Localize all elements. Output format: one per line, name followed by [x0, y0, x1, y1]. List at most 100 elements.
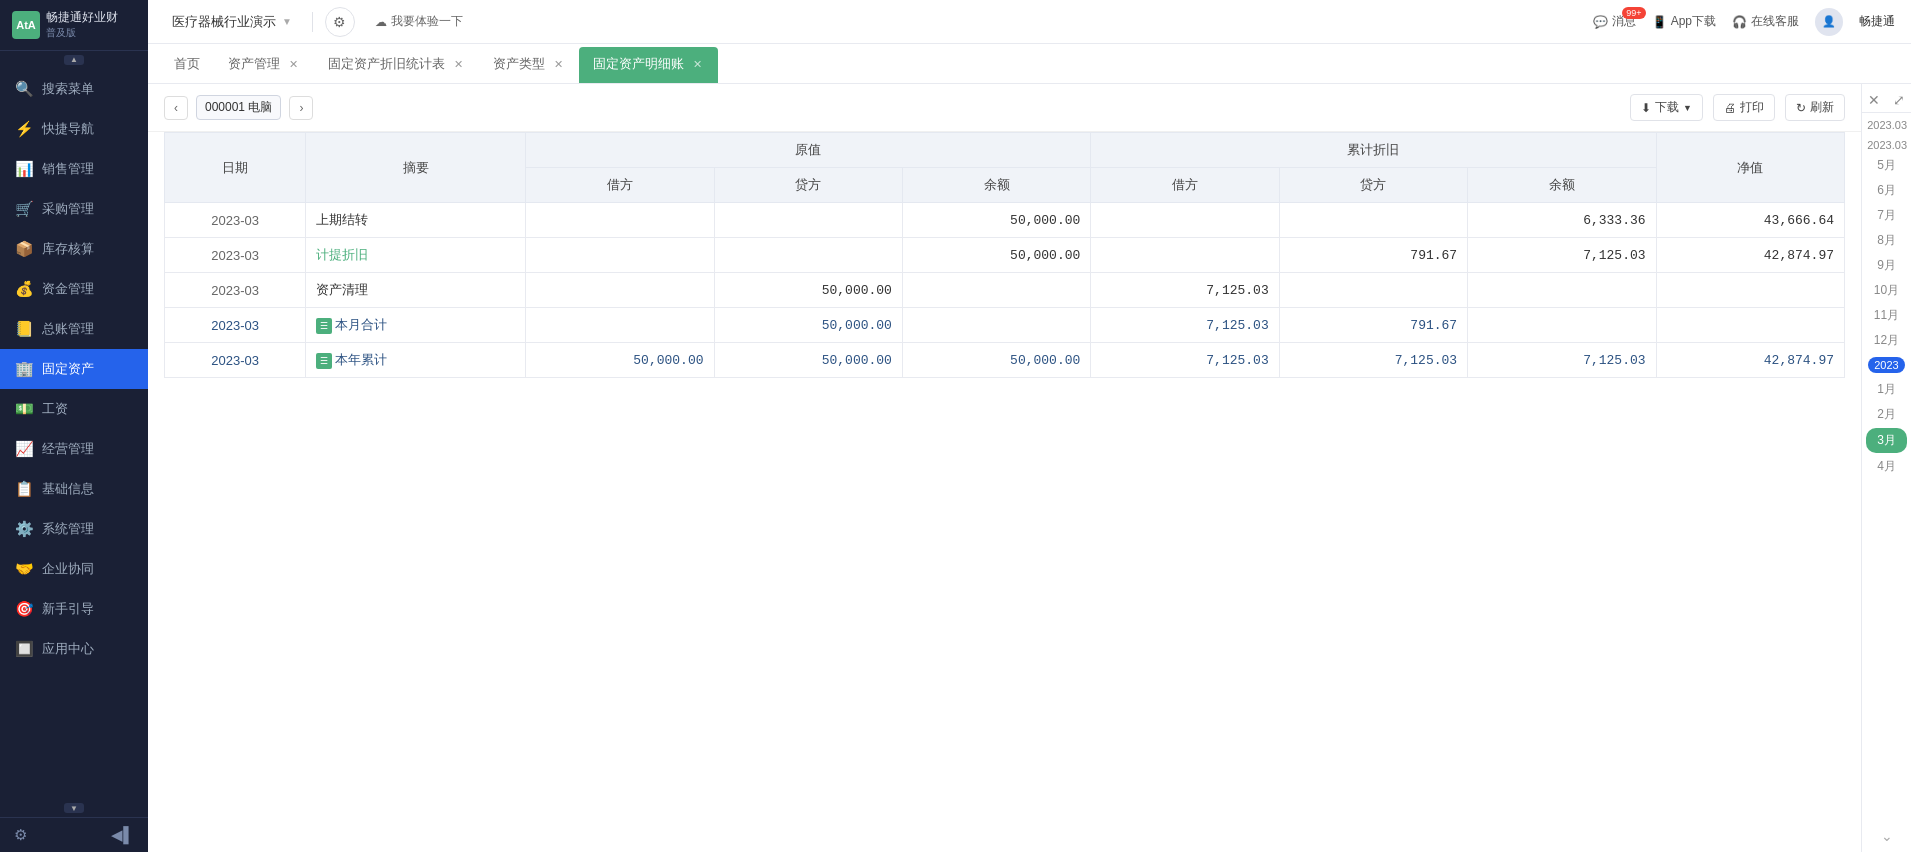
panel-month-6[interactable]: 6月	[1862, 178, 1911, 203]
panel-expand-icon[interactable]: ⤢	[1893, 92, 1905, 108]
next-asset-button[interactable]: ›	[289, 96, 313, 120]
app-download-label: App下载	[1671, 13, 1716, 30]
sidebar-bottom: ⚙ ◀▌	[0, 817, 148, 852]
tab-asset-mgmt-close[interactable]: ✕	[286, 57, 300, 71]
cell-summary: 资产清理	[306, 273, 526, 308]
cell-accum-balance: 7,125.03	[1468, 238, 1656, 273]
company-selector[interactable]: 医疗器械行业演示 ▼	[164, 9, 300, 35]
panel-month-7[interactable]: 7月	[1862, 203, 1911, 228]
sidebar-item-guide[interactable]: 🎯 新手引导	[0, 589, 148, 629]
dropdown-icon: ▼	[282, 16, 292, 27]
print-label: 打印	[1740, 99, 1764, 116]
cell-accum-credit	[1279, 273, 1467, 308]
download-dropdown-icon: ▼	[1683, 103, 1692, 113]
sidebar-item-purchase[interactable]: 🛒 采购管理	[0, 189, 148, 229]
quick-nav-icon: ⚡	[14, 119, 34, 139]
cell-net-value: 43,666.64	[1656, 203, 1844, 238]
panel-close-icon[interactable]: ✕	[1868, 92, 1880, 108]
sidebar-scroll-up[interactable]: ▲	[0, 51, 148, 69]
basics-icon: 📋	[14, 479, 34, 499]
panel-month-3-active[interactable]: 3月	[1866, 428, 1907, 453]
tab-depreciation-close[interactable]: ✕	[451, 57, 465, 71]
table-row: 2023-03 计提折旧 50,000.00 791.67 7,125.03 4…	[165, 238, 1845, 273]
topbar-divider-1	[312, 12, 313, 32]
app-download-action[interactable]: 📱 App下载	[1652, 13, 1716, 30]
scroll-up-icon[interactable]: ▲	[64, 55, 84, 65]
table-row: 2023-03 ☰本月合计 50,000.00 7,125.03 791.67	[165, 308, 1845, 343]
message-action[interactable]: 💬 消息 99+	[1593, 13, 1636, 30]
print-button[interactable]: 🖨 打印	[1713, 94, 1775, 121]
panel-month-1[interactable]: 1月	[1862, 377, 1911, 402]
experience-button[interactable]: ☁ 我要体验一下	[367, 9, 471, 34]
toolbar-right: ⬇ 下载 ▼ 🖨 打印 ↻ 刷新	[1630, 94, 1845, 121]
sidebar-item-operations[interactable]: 📈 经营管理	[0, 429, 148, 469]
username[interactable]: 畅捷通	[1859, 13, 1895, 30]
settings-button[interactable]: ⚙	[325, 7, 355, 37]
sidebar-item-funds[interactable]: 💰 资金管理	[0, 269, 148, 309]
sidebar-item-cooperation[interactable]: 🤝 企业协同	[0, 549, 148, 589]
tabs-bar: 首页 资产管理 ✕ 固定资产折旧统计表 ✕ 资产类型 ✕ 固定资产明细账 ✕	[148, 44, 1911, 84]
print-icon: 🖨	[1724, 101, 1736, 115]
sidebar-logo: AtA 畅捷通好业财 普及版	[0, 0, 148, 51]
sidebar-item-label: 总账管理	[42, 320, 94, 338]
tab-home[interactable]: 首页	[160, 47, 214, 83]
tab-asset-type-close[interactable]: ✕	[551, 57, 565, 71]
system-icon: ⚙️	[14, 519, 34, 539]
online-service-action[interactable]: 🎧 在线客服	[1732, 13, 1799, 30]
sidebar-item-ledger[interactable]: 📒 总账管理	[0, 309, 148, 349]
sidebar-item-app-center[interactable]: 🔲 应用中心	[0, 629, 148, 669]
panel-month-8[interactable]: 8月	[1862, 228, 1911, 253]
panel-month-5[interactable]: 5月	[1862, 153, 1911, 178]
refresh-button[interactable]: ↻ 刷新	[1785, 94, 1845, 121]
sidebar-item-system[interactable]: ⚙️ 系统管理	[0, 509, 148, 549]
cell-orig-debit: 50,000.00	[526, 343, 714, 378]
message-icon: 💬	[1593, 15, 1608, 29]
panel-month-10[interactable]: 10月	[1862, 278, 1911, 303]
col-orig-credit: 贷方	[714, 168, 902, 203]
collapse-icon[interactable]: ◀▌	[111, 826, 134, 844]
settings-icon[interactable]: ⚙	[14, 826, 27, 844]
cell-net-value	[1656, 308, 1844, 343]
scroll-down-icon[interactable]: ▼	[64, 803, 84, 813]
sidebar-item-label: 库存核算	[42, 240, 94, 258]
tab-asset-mgmt[interactable]: 资产管理 ✕	[214, 47, 314, 83]
panel-month-9[interactable]: 9月	[1862, 253, 1911, 278]
page-toolbar: ‹ 000001 电脑 › ⬇ 下载 ▼ 🖨 打印 ↻ 刷新	[148, 84, 1861, 132]
tab-asset-type[interactable]: 资产类型 ✕	[479, 47, 579, 83]
sidebar-scroll-down[interactable]: ▼	[0, 799, 148, 817]
cell-accum-balance: 6,333.36	[1468, 203, 1656, 238]
cell-orig-debit	[526, 308, 714, 343]
panel-month-12[interactable]: 12月	[1862, 328, 1911, 353]
summary-icon: ☰	[316, 353, 332, 369]
tab-asset-detail-close[interactable]: ✕	[690, 57, 704, 71]
table-row: 2023-03 上期结转 50,000.00 6,333.36 43,666.6…	[165, 203, 1845, 238]
sidebar: AtA 畅捷通好业财 普及版 ▲ 🔍 搜索菜单 ⚡ 快捷导航 📊 销售管理 🛒 …	[0, 0, 148, 852]
online-service-label: 在线客服	[1751, 13, 1799, 30]
app-center-icon: 🔲	[14, 639, 34, 659]
cell-summary[interactable]: 计提折旧	[306, 238, 526, 273]
panel-month-2[interactable]: 2月	[1862, 402, 1911, 427]
prev-asset-button[interactable]: ‹	[164, 96, 188, 120]
sidebar-item-search[interactable]: 🔍 搜索菜单	[0, 69, 148, 109]
tab-depreciation-stats[interactable]: 固定资产折旧统计表 ✕	[314, 47, 479, 83]
cell-accum-credit: 791.67	[1279, 238, 1467, 273]
sidebar-item-fixed-assets[interactable]: 🏢 固定资产	[0, 349, 148, 389]
sidebar-item-quick-nav[interactable]: ⚡ 快捷导航	[0, 109, 148, 149]
cell-accum-debit	[1091, 203, 1279, 238]
sidebar-item-label: 销售管理	[42, 160, 94, 178]
download-button[interactable]: ⬇ 下载 ▼	[1630, 94, 1703, 121]
panel-scroll-down[interactable]: ⌄	[1877, 824, 1897, 848]
tab-asset-detail[interactable]: 固定资产明细账 ✕	[579, 47, 718, 83]
operations-icon: 📈	[14, 439, 34, 459]
panel-month-11[interactable]: 11月	[1862, 303, 1911, 328]
col-accum-credit: 贷方	[1279, 168, 1467, 203]
sidebar-item-label: 企业协同	[42, 560, 94, 578]
sidebar-item-basics[interactable]: 📋 基础信息	[0, 469, 148, 509]
sidebar-item-inventory[interactable]: 📦 库存核算	[0, 229, 148, 269]
sidebar-item-salary[interactable]: 💵 工资	[0, 389, 148, 429]
salary-icon: 💵	[14, 399, 34, 419]
sidebar-item-sales[interactable]: 📊 销售管理	[0, 149, 148, 189]
panel-month-4[interactable]: 4月	[1862, 454, 1911, 479]
experience-label: 我要体验一下	[391, 13, 463, 30]
right-panel: ✕ ⤢ 2023.03 2023.03 5月 6月 7月 8月 9月 10月 1…	[1861, 84, 1911, 852]
